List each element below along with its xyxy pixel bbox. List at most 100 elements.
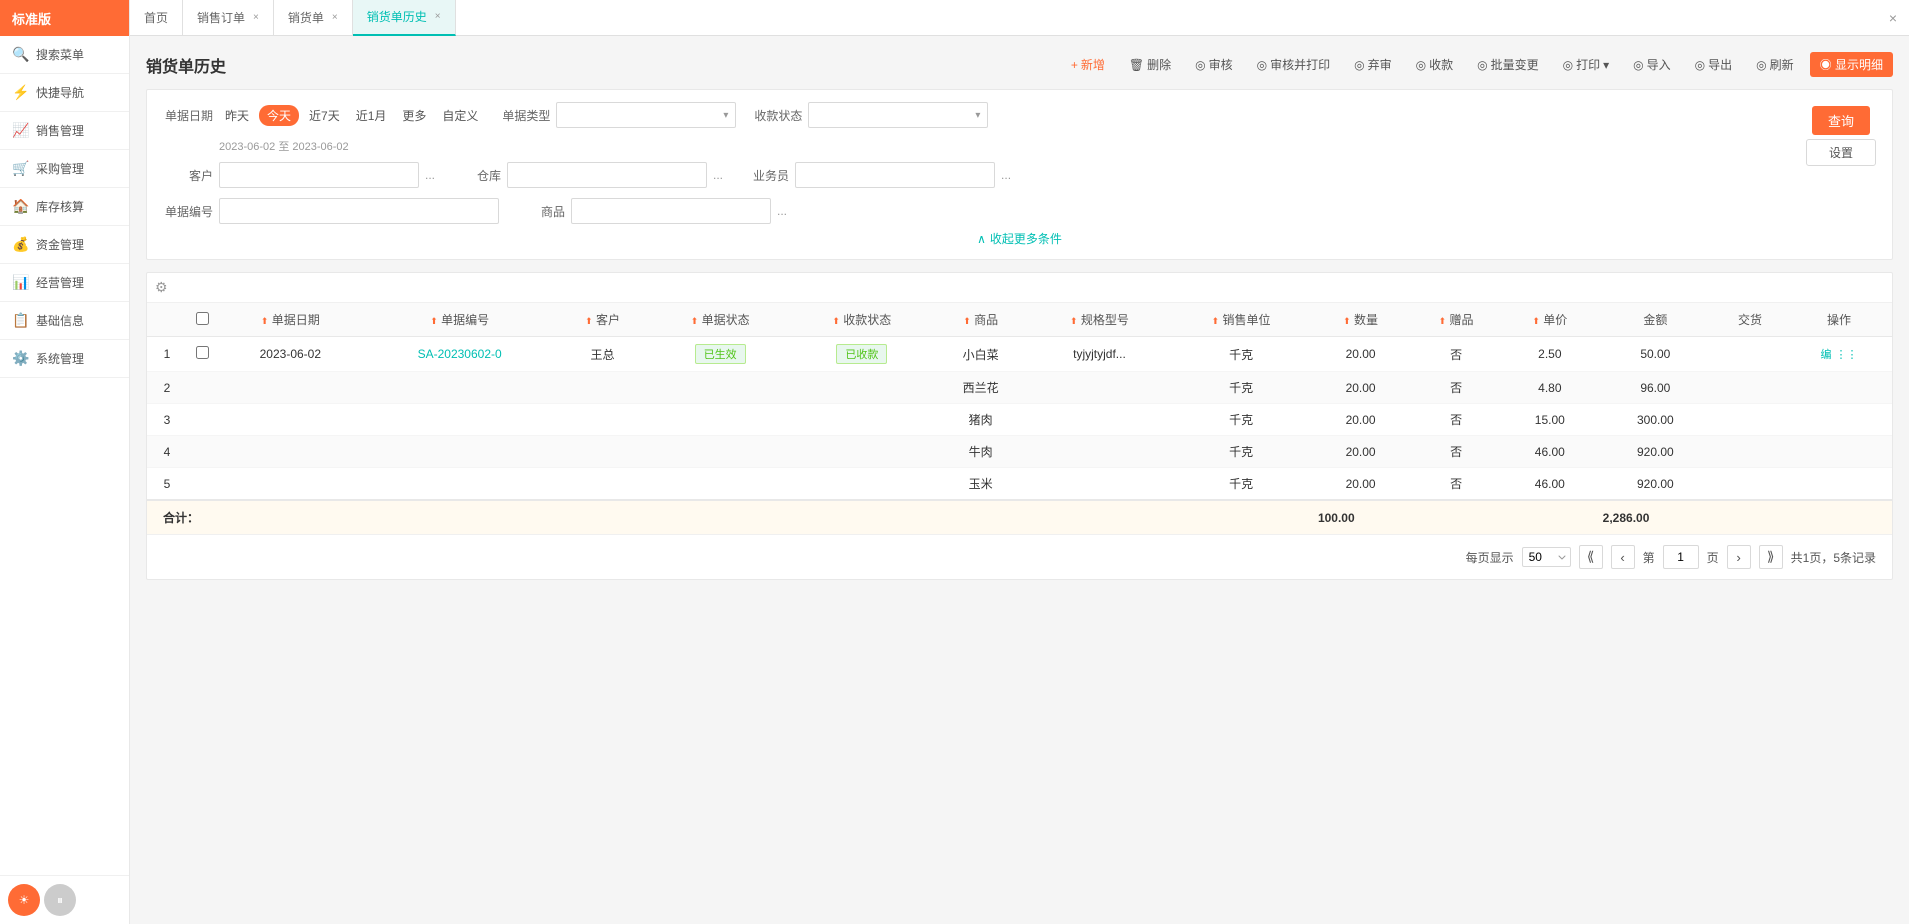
date-yesterday-btn[interactable]: 昨天 [219,105,255,126]
tab-bar-close-btn[interactable]: × [1885,10,1901,26]
page-number-input[interactable]: 1 [1663,545,1699,569]
date-today-btn[interactable]: 今天 [259,105,299,126]
batch-change-button[interactable]: ◎ 批量变更 [1469,52,1547,77]
select-all-checkbox[interactable] [196,312,209,325]
col-customer[interactable]: ⬆ 客户 [556,303,650,337]
filter-customer-input[interactable] [219,162,419,188]
per-page-select[interactable]: 50 20 100 [1522,547,1571,567]
filter-warehouse-input[interactable] [507,162,707,188]
cell-spec [1029,436,1171,468]
tab-home[interactable]: 首页 [130,0,183,36]
search-menu-icon: 🔍 [12,46,28,63]
filter-type-select[interactable] [556,102,736,128]
tab-sales-delivery[interactable]: 销货单 × [274,0,353,36]
cell-date [217,372,364,404]
audit-button[interactable]: ◎ 审核 [1187,52,1241,77]
cell-unit: 千克 [1170,337,1312,372]
query-button[interactable]: 查询 [1812,106,1870,135]
sidebar-item-inventory[interactable]: 🏠 库存核算 [0,188,129,226]
col-goods[interactable]: ⬆ 商品 [933,303,1029,337]
date-1month-btn[interactable]: 近1月 [350,105,393,126]
tab-sales-delivery-close[interactable]: × [332,12,338,23]
date-custom-btn[interactable]: 自定义 [436,105,484,126]
filter-customer-dots[interactable]: ... [425,168,435,182]
sidebar-item-sales-mgmt[interactable]: 📈 销售管理 [0,112,129,150]
pay-status-badge: 已收款 [836,344,887,364]
row-checkbox[interactable] [196,346,209,359]
print-button[interactable]: ◎ 打印 ▾ [1555,52,1618,77]
date-more-btn[interactable]: 更多 [396,105,432,126]
cell-docno[interactable] [364,436,556,468]
cell-docno[interactable] [364,404,556,436]
filter-pay-status-select[interactable] [808,102,988,128]
sidebar-bottom-btn1[interactable]: ☀ [8,884,40,916]
set-button[interactable]: 设置 [1806,139,1876,166]
cell-docno[interactable]: SA-20230602-0 [364,337,556,372]
page-title: 销货单历史 [146,53,226,77]
col-gift[interactable]: ⬆ 赠品 [1409,303,1503,337]
col-price[interactable]: ⬆ 单价 [1503,303,1597,337]
filter-type-dropdown[interactable] [556,102,736,128]
cell-unit: 千克 [1170,372,1312,404]
tab-sales-history-close[interactable]: × [435,11,441,22]
date-7days-btn[interactable]: 近7天 [303,105,346,126]
next-page-btn[interactable]: › [1727,545,1751,569]
filter-salesperson-dots[interactable]: ... [1001,168,1011,182]
abandon-button[interactable]: ◎ 弃审 [1346,52,1400,77]
tab-sales-history[interactable]: 销货单历史 × [353,0,456,36]
first-page-btn[interactable]: ⟪ [1579,545,1603,569]
show-detail-button[interactable]: ◉ 显示明细 [1810,52,1893,77]
col-checkbox[interactable] [187,303,217,337]
filter-docno-input[interactable] [219,198,499,224]
tab-sales-order-close[interactable]: × [253,12,259,23]
filter-goods-input[interactable] [571,198,771,224]
import-button[interactable]: ◎ 导入 [1625,52,1679,77]
prev-page-btn[interactable]: ‹ [1611,545,1635,569]
cell-checkbox[interactable] [187,337,217,372]
sidebar-item-ops[interactable]: 📊 经营管理 [0,264,129,302]
cell-checkbox[interactable] [187,436,217,468]
cell-docno[interactable] [364,372,556,404]
last-page-btn[interactable]: ⟫ [1759,545,1783,569]
edit-action-btn[interactable]: 编 [1820,349,1831,361]
toolbar: + 新增 🗑 删除 ◎ 审核 ◎ 审核并打印 ◎ 弃审 [1063,52,1893,77]
cell-docno[interactable] [364,468,556,501]
filter-goods-dots[interactable]: ... [777,204,787,218]
cell-checkbox[interactable] [187,372,217,404]
export-button[interactable]: ◎ 导出 [1687,52,1741,77]
filter-salesperson-label: 业务员 [739,167,789,184]
sidebar-item-label: 销售管理 [36,122,84,139]
collapse-button[interactable]: ∧ 收起更多条件 [163,230,1876,247]
cell-checkbox[interactable] [187,404,217,436]
sidebar-item-purchase-mgmt[interactable]: 🛒 采购管理 [0,150,129,188]
cell-no: 2 [147,372,187,404]
sidebar-item-sys-mgmt[interactable]: ⚙️ 系统管理 [0,340,129,378]
delete-button[interactable]: 🗑 删除 [1121,52,1179,77]
filter-pay-status-dropdown[interactable] [808,102,988,128]
tab-sales-order[interactable]: 销售订单 × [183,0,274,36]
sidebar-item-finance[interactable]: 💰 资金管理 [0,226,129,264]
sidebar-bottom-btn2[interactable]: ⏸ [44,884,76,916]
col-spec[interactable]: ⬆ 规格型号 [1029,303,1171,337]
purchase-mgmt-icon: 🛒 [12,160,28,177]
audit-print-button[interactable]: ◎ 审核并打印 [1249,52,1339,77]
sidebar-item-base-info[interactable]: 📋 基础信息 [0,302,129,340]
more-action-btn[interactable]: ⋮⋮ [1835,349,1857,361]
collect-button[interactable]: ◎ 收款 [1408,52,1462,77]
sidebar-item-search-menu[interactable]: 🔍 搜索菜单 [0,36,129,74]
col-date[interactable]: ⬆ 单据日期 [217,303,364,337]
col-doc-status[interactable]: ⬆ 单据状态 [649,303,791,337]
col-pay-status[interactable]: ⬆ 收款状态 [791,303,933,337]
cell-checkbox[interactable] [187,468,217,501]
col-qty[interactable]: ⬆ 数量 [1312,303,1409,337]
sidebar-item-quick-nav[interactable]: ⚡ 快捷导航 [0,74,129,112]
table-settings-icon[interactable]: ⚙ [155,279,168,296]
table-row: 5 玉米 千克 20.00 否 46.00 920.00 [147,468,1892,501]
table-row: 3 猪肉 千克 20.00 否 15.00 300.00 [147,404,1892,436]
col-unit[interactable]: ⬆ 销售单位 [1170,303,1312,337]
refresh-button[interactable]: ◎ 刷新 [1748,52,1802,77]
filter-warehouse-dots[interactable]: ... [713,168,723,182]
new-button[interactable]: + 新增 [1063,52,1113,77]
col-docno[interactable]: ⬆ 单据编号 [364,303,556,337]
filter-salesperson-input[interactable] [795,162,995,188]
